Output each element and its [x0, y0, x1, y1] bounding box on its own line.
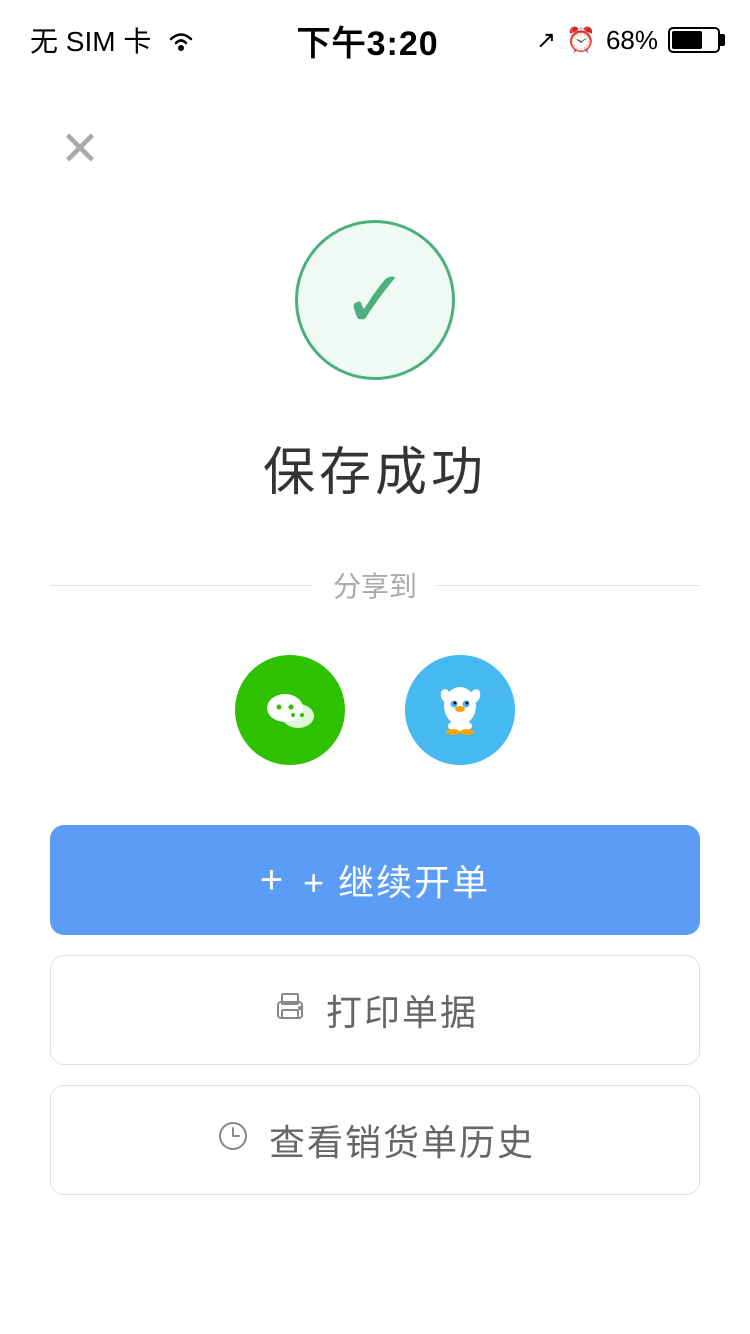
qq-share-button[interactable] [405, 655, 515, 765]
battery-icon [668, 27, 720, 53]
share-icons [50, 655, 700, 765]
print-label: 打印单据 [326, 984, 478, 1036]
main-content: ✕ ✓ 保存成功 分享到 [0, 80, 750, 1195]
continue-order-label: + 继续开单 [303, 854, 490, 906]
plus-icon: + [260, 858, 285, 903]
success-title: 保存成功 [263, 430, 487, 505]
alarm-icon: ⏰ [566, 26, 596, 55]
share-section: 分享到 [50, 565, 700, 765]
share-label: 分享到 [333, 565, 417, 605]
divider-left [50, 585, 313, 586]
continue-order-button[interactable]: + + 继续开单 [50, 825, 700, 935]
battery-percent: 68% [606, 25, 658, 56]
close-icon: ✕ [60, 126, 100, 174]
print-icon [272, 988, 308, 1033]
close-button[interactable]: ✕ [50, 120, 110, 180]
battery-fill [672, 31, 702, 49]
status-bar: 无 SIM 卡 下午3:20 ↗ ⏰ 68% [0, 0, 750, 80]
divider-right [437, 585, 700, 586]
qq-icon-svg [428, 678, 493, 743]
history-button[interactable]: 查看销货单历史 [50, 1085, 700, 1195]
wechat-icon-svg [258, 678, 323, 743]
checkmark-icon: ✓ [341, 260, 408, 340]
history-icon [215, 1118, 251, 1163]
carrier-text: 无 SIM 卡 [30, 20, 151, 60]
success-circle: ✓ [295, 220, 455, 380]
print-button[interactable]: 打印单据 [50, 955, 700, 1065]
status-indicators: ↗ ⏰ 68% [536, 25, 720, 56]
location-icon: ↗ [536, 26, 556, 55]
action-buttons: + + 继续开单 打印单据 查看销货单历史 [50, 825, 700, 1195]
status-carrier: 无 SIM 卡 [30, 20, 199, 60]
history-label: 查看销货单历史 [269, 1114, 535, 1166]
wifi-icon [163, 27, 199, 53]
wechat-share-button[interactable] [235, 655, 345, 765]
status-time: 下午3:20 [297, 16, 439, 65]
share-divider: 分享到 [50, 565, 700, 605]
